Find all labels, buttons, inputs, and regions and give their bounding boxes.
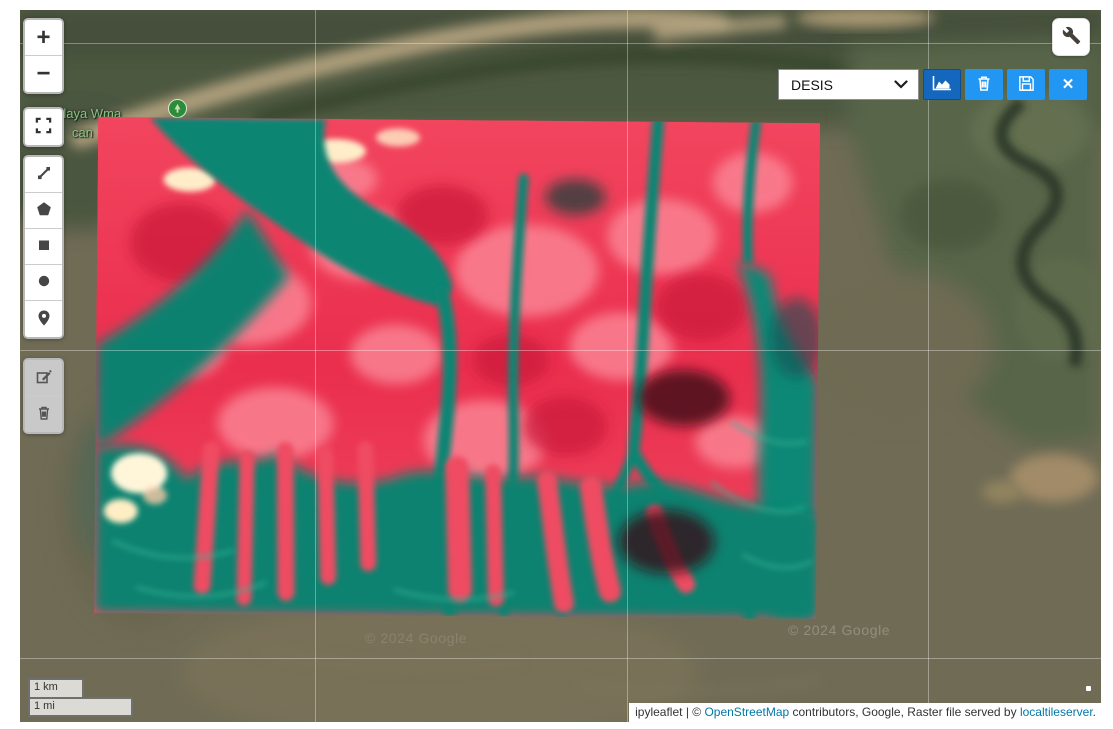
localtileserver-link[interactable]: localtileserver bbox=[1020, 705, 1093, 719]
chevron-down-icon bbox=[894, 76, 908, 94]
tree-icon bbox=[168, 99, 187, 118]
edit-square-icon bbox=[35, 368, 52, 388]
attribution-separator: | © bbox=[682, 705, 705, 719]
fullscreen-button[interactable] bbox=[25, 109, 62, 145]
layer-select-value: DESIS bbox=[791, 76, 834, 93]
graticule-line-horizontal bbox=[20, 658, 1101, 659]
draw-marker-button[interactable] bbox=[25, 301, 62, 337]
place-label-canal: can bbox=[72, 125, 93, 140]
delete-layers-button[interactable] bbox=[25, 396, 62, 432]
draw-circle-button[interactable] bbox=[25, 265, 62, 301]
rectangle-icon bbox=[36, 237, 52, 256]
google-watermark: © 2024 Google bbox=[365, 630, 468, 646]
draw-rectangle-button[interactable] bbox=[25, 229, 62, 265]
draw-polyline-button[interactable] bbox=[25, 157, 62, 193]
notebook-output-cell: tchafalaya Wma can © 2024 Google © 2024 … bbox=[0, 0, 1113, 730]
attribution-end: . bbox=[1092, 705, 1096, 719]
minus-icon: − bbox=[36, 60, 51, 87]
raster-overlay-desis bbox=[93, 116, 821, 620]
scale-bar-km: 1 km bbox=[28, 678, 84, 697]
attribution-bar: ipyleaflet | © OpenStreetMap contributor… bbox=[629, 703, 1101, 722]
openstreetmap-link[interactable]: OpenStreetMap bbox=[704, 705, 789, 719]
edit-layers-button[interactable] bbox=[25, 360, 62, 396]
trash-icon bbox=[36, 405, 52, 424]
plus-icon: + bbox=[36, 23, 51, 51]
polyline-icon bbox=[36, 165, 52, 184]
graticule-line-horizontal bbox=[20, 43, 1101, 44]
attribution-app: ipyleaflet bbox=[635, 705, 683, 719]
circle-icon bbox=[36, 273, 52, 292]
scale-control: 1 km 1 mi bbox=[28, 678, 133, 717]
histogram-icon bbox=[931, 75, 953, 95]
settings-button[interactable] bbox=[1052, 18, 1090, 56]
save-button[interactable] bbox=[1007, 69, 1045, 100]
google-watermark: © 2024 Google bbox=[788, 622, 891, 638]
layer-select-dropdown[interactable]: DESIS bbox=[778, 69, 919, 100]
draw-toolbar bbox=[23, 155, 64, 339]
delete-layer-button[interactable] bbox=[965, 69, 1003, 100]
graticule-line-horizontal bbox=[20, 350, 1101, 351]
draw-polygon-button[interactable] bbox=[25, 193, 62, 229]
polygon-icon bbox=[36, 201, 52, 220]
trash-icon bbox=[976, 75, 992, 95]
zoom-out-button[interactable]: − bbox=[25, 56, 62, 92]
close-button[interactable]: ✕ bbox=[1049, 69, 1087, 100]
graticule-line-vertical bbox=[627, 10, 628, 722]
zoom-control: + − bbox=[23, 18, 64, 94]
layer-control-bar: DESIS ✕ bbox=[778, 69, 1087, 100]
marker-icon bbox=[36, 310, 52, 329]
fullscreen-control bbox=[23, 107, 64, 147]
histogram-button[interactable] bbox=[923, 69, 961, 100]
map-dot-marker bbox=[1086, 686, 1091, 691]
edit-toolbar bbox=[23, 358, 64, 434]
scale-bar-mi: 1 mi bbox=[28, 697, 133, 717]
map-canvas[interactable]: tchafalaya Wma can © 2024 Google © 2024 … bbox=[20, 10, 1101, 722]
expand-corners-icon bbox=[35, 117, 52, 137]
wrench-icon bbox=[1062, 26, 1081, 48]
save-icon bbox=[1018, 75, 1035, 95]
graticule-line-vertical bbox=[928, 10, 929, 722]
graticule-line-vertical bbox=[315, 10, 316, 722]
close-icon: ✕ bbox=[1061, 76, 1075, 93]
zoom-in-button[interactable]: + bbox=[25, 20, 62, 56]
attribution-middle-text: contributors, Google, Raster file served… bbox=[789, 705, 1020, 719]
